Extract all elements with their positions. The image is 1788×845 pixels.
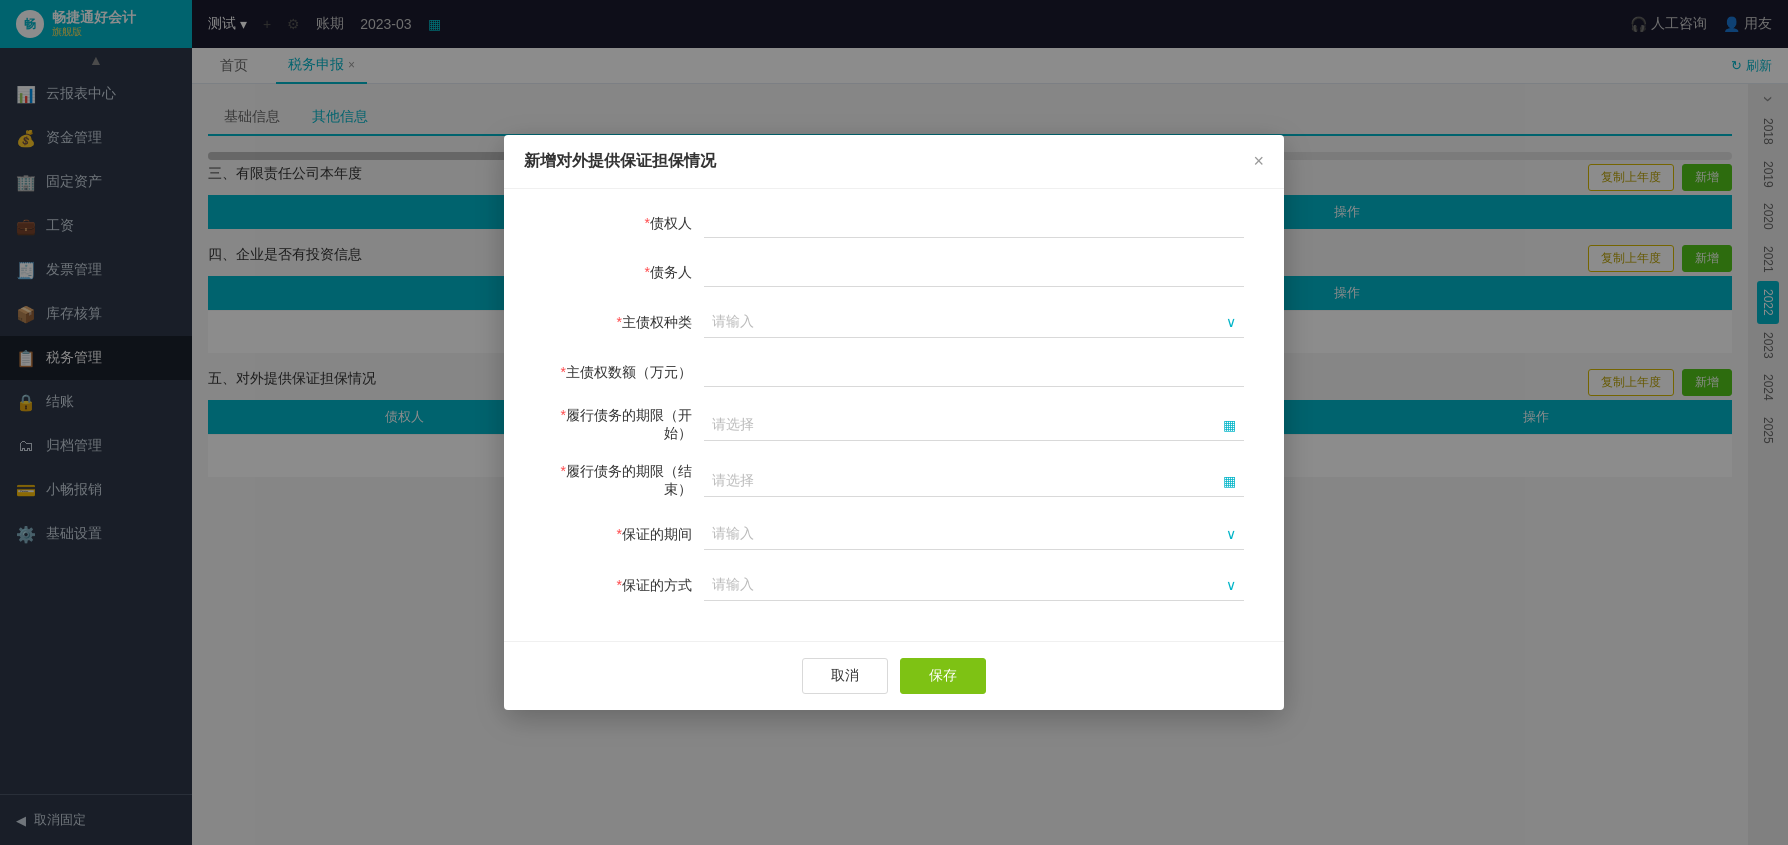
form-input-creditor[interactable] — [704, 209, 1244, 238]
form-label-period_end: *履行债务的期限（结束） — [544, 463, 704, 499]
calendar-icon: ▦ — [1223, 473, 1236, 489]
form-row-guarantee_method: *保证的方式请输入∨ — [544, 570, 1244, 601]
form-select-guarantee_method[interactable]: 请输入∨ — [704, 570, 1244, 601]
modal-title: 新增对外提供保证担保情况 — [524, 151, 716, 172]
modal-footer: 取消 保存 — [504, 641, 1284, 710]
modal-header: 新增对外提供保证担保情况 × — [504, 135, 1284, 189]
chevron-down-icon: ∨ — [1226, 526, 1236, 542]
modal-close-btn[interactable]: × — [1253, 151, 1264, 172]
modal-overlay[interactable]: 新增对外提供保证担保情况 × *债权人*债务人*主债权种类请输入∨*主债权数额（… — [0, 0, 1788, 845]
form-date-period_end[interactable]: 请选择▦ — [704, 466, 1244, 497]
form-row-claim_type: *主债权种类请输入∨ — [544, 307, 1244, 338]
form-row-creditor: *债权人 — [544, 209, 1244, 238]
form-label-guarantee_period: *保证的期间 — [544, 526, 704, 544]
form-label-guarantee_method: *保证的方式 — [544, 577, 704, 595]
form-label-claim_type: *主债权种类 — [544, 314, 704, 332]
form-input-claim_amount[interactable] — [704, 358, 1244, 387]
modal-form: *债权人*债务人*主债权种类请输入∨*主债权数额（万元）*履行债务的期限（开始）… — [544, 209, 1244, 601]
form-select-guarantee_period[interactable]: 请输入∨ — [704, 519, 1244, 550]
form-row-period_start: *履行债务的期限（开始）请选择▦ — [544, 407, 1244, 443]
chevron-down-icon: ∨ — [1226, 577, 1236, 593]
modal-body: *债权人*债务人*主债权种类请输入∨*主债权数额（万元）*履行债务的期限（开始）… — [504, 189, 1284, 641]
form-date-period_start[interactable]: 请选择▦ — [704, 410, 1244, 441]
form-row-claim_amount: *主债权数额（万元） — [544, 358, 1244, 387]
save-button[interactable]: 保存 — [900, 658, 986, 694]
form-select-claim_type[interactable]: 请输入∨ — [704, 307, 1244, 338]
form-label-claim_amount: *主债权数额（万元） — [544, 364, 704, 382]
form-label-creditor: *债权人 — [544, 215, 704, 233]
form-label-period_start: *履行债务的期限（开始） — [544, 407, 704, 443]
form-row-guarantee_period: *保证的期间请输入∨ — [544, 519, 1244, 550]
calendar-icon: ▦ — [1223, 417, 1236, 433]
cancel-button[interactable]: 取消 — [802, 658, 888, 694]
form-label-debtor: *债务人 — [544, 264, 704, 282]
chevron-down-icon: ∨ — [1226, 314, 1236, 330]
modal-dialog: 新增对外提供保证担保情况 × *债权人*债务人*主债权种类请输入∨*主债权数额（… — [504, 135, 1284, 710]
form-row-debtor: *债务人 — [544, 258, 1244, 287]
form-input-debtor[interactable] — [704, 258, 1244, 287]
form-row-period_end: *履行债务的期限（结束）请选择▦ — [544, 463, 1244, 499]
